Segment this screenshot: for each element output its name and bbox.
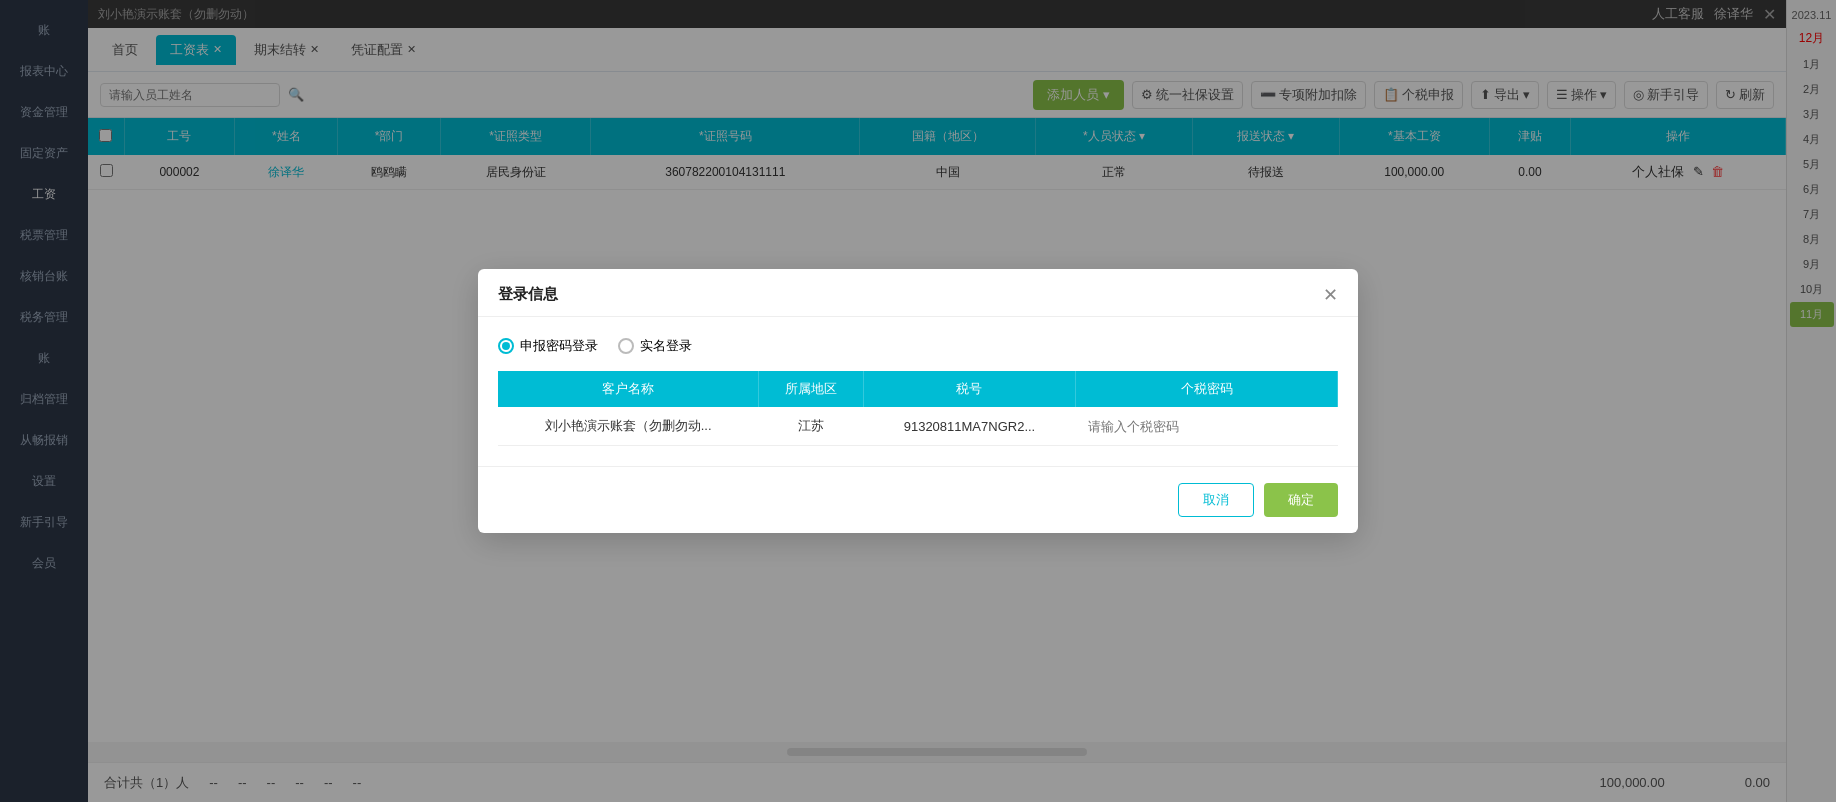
region-cell: 江苏 xyxy=(758,407,863,446)
cancel-button[interactable]: 取消 xyxy=(1178,483,1254,517)
radio-realname-label: 实名登录 xyxy=(640,337,692,355)
modal-footer: 取消 确定 xyxy=(478,466,1358,533)
radio-realname-login[interactable]: 实名登录 xyxy=(618,337,692,355)
radio-password-label: 申报密码登录 xyxy=(520,337,598,355)
login-type-group: 申报密码登录 实名登录 xyxy=(498,337,1338,355)
client-name-cell: 刘小艳演示账套（勿删勿动... xyxy=(498,407,758,446)
modal-body: 申报密码登录 实名登录 客户名称 所属地区 税号 个税密码 xyxy=(478,317,1358,466)
confirm-button[interactable]: 确定 xyxy=(1264,483,1338,517)
tax-id-cell: 91320811MA7NGR2... xyxy=(863,407,1075,446)
modal-header: 登录信息 ✕ xyxy=(478,269,1358,317)
col-region: 所属地区 xyxy=(758,371,863,407)
login-info-row: 刘小艳演示账套（勿删勿动... 江苏 91320811MA7NGR2... xyxy=(498,407,1338,446)
col-tax-id: 税号 xyxy=(863,371,1075,407)
modal-title: 登录信息 xyxy=(498,285,558,304)
login-info-table: 客户名称 所属地区 税号 个税密码 刘小艳演示账套（勿删勿动... 江苏 913… xyxy=(498,371,1338,446)
radio-password-login[interactable]: 申报密码登录 xyxy=(498,337,598,355)
tax-password-cell[interactable] xyxy=(1076,407,1338,446)
radio-realname-dot xyxy=(618,338,634,354)
tax-password-input[interactable] xyxy=(1088,419,1326,434)
modal-close-button[interactable]: ✕ xyxy=(1323,286,1338,304)
login-modal: 登录信息 ✕ 申报密码登录 实名登录 客户名称 所属地区 xyxy=(478,269,1358,533)
radio-password-dot xyxy=(498,338,514,354)
col-tax-password: 个税密码 xyxy=(1076,371,1338,407)
col-client-name: 客户名称 xyxy=(498,371,758,407)
modal-overlay: 登录信息 ✕ 申报密码登录 实名登录 客户名称 所属地区 xyxy=(0,0,1836,802)
